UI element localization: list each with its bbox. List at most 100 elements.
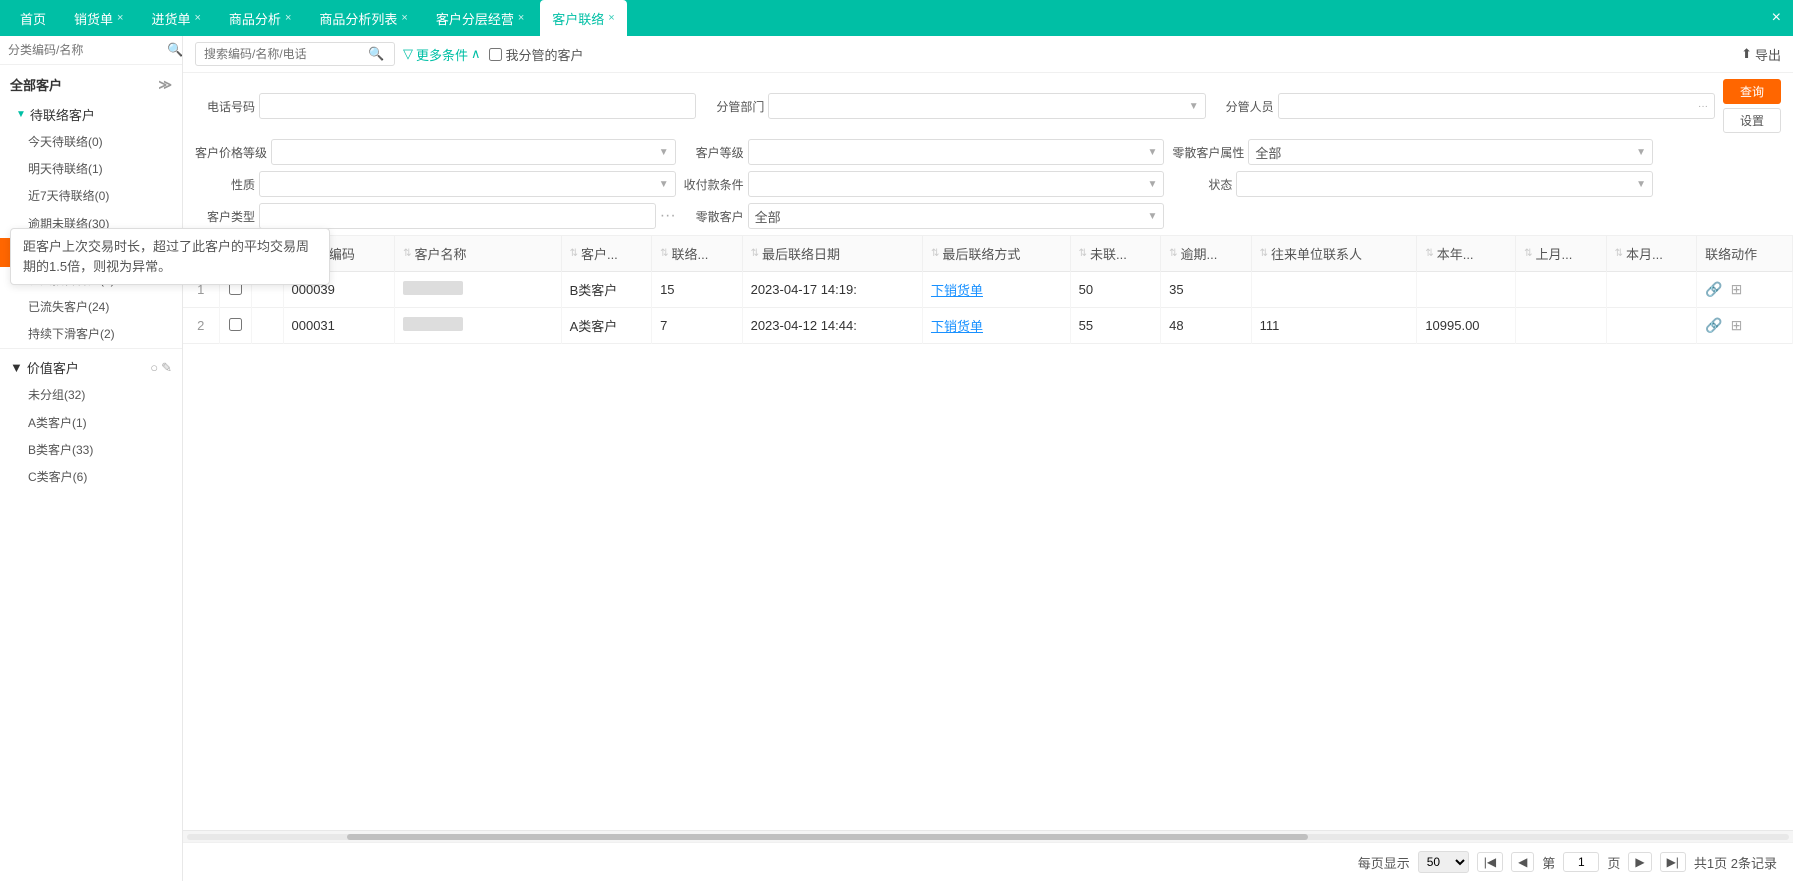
prev-page-btn[interactable]: ◀ bbox=[1511, 852, 1534, 872]
filter-gender: 性质 ▼ bbox=[195, 171, 676, 197]
filter-row-4: 客户类型 ··· 零散客户 全部 ▼ bbox=[195, 203, 1781, 229]
retail-attr-select[interactable]: 全部 ▼ bbox=[1248, 139, 1653, 165]
search-input[interactable] bbox=[204, 47, 364, 61]
sidebar-today-pending[interactable]: 今天待联络(0) bbox=[0, 129, 182, 156]
sort-date-icon[interactable]: ⇅ bbox=[751, 248, 759, 259]
sidebar-b-class[interactable]: B类客户(33) bbox=[0, 437, 182, 464]
close-product-analysis-list-icon[interactable]: × bbox=[401, 12, 407, 24]
horizontal-scrollbar[interactable] bbox=[183, 830, 1793, 842]
retail-customer-arrow-icon: ▼ bbox=[1147, 211, 1157, 222]
phone-input[interactable] bbox=[259, 93, 696, 119]
gender-select[interactable]: ▼ bbox=[259, 171, 676, 197]
sidebar-all-customers[interactable]: 全部客户 ≫ bbox=[0, 69, 182, 100]
row-2-select[interactable] bbox=[229, 318, 242, 331]
value-refresh-icon[interactable]: ○ bbox=[150, 360, 158, 376]
sidebar-search-input[interactable] bbox=[8, 43, 163, 57]
close-all-tabs[interactable]: × bbox=[1772, 9, 1781, 27]
gender-arrow-icon: ▼ bbox=[659, 179, 669, 190]
nav-customer-tier[interactable]: 客户分层经营 × bbox=[424, 0, 536, 36]
sort-this-month-icon[interactable]: ⇅ bbox=[1615, 248, 1623, 259]
first-page-btn[interactable]: |◀ bbox=[1477, 852, 1503, 872]
sidebar-lost[interactable]: 已流失客户(24) bbox=[0, 294, 182, 321]
th-name: ⇅客户名称 bbox=[395, 236, 562, 272]
filter-customer-type: 客户类型 ··· bbox=[195, 203, 676, 229]
sidebar-c-class[interactable]: C类客户(6) bbox=[0, 464, 182, 491]
row-1-action-grid-icon[interactable]: ⊞ bbox=[1731, 281, 1743, 298]
sort-overdue-icon[interactable]: ⇅ bbox=[1169, 248, 1177, 259]
settings-button[interactable]: 设置 bbox=[1723, 108, 1781, 133]
nav-purchase[interactable]: 进货单 × bbox=[139, 0, 212, 36]
row-1-name bbox=[395, 272, 562, 308]
sort-type-icon[interactable]: ⇅ bbox=[570, 248, 578, 259]
current-page-input[interactable] bbox=[1563, 852, 1599, 872]
manager-select[interactable]: ··· bbox=[1278, 93, 1715, 119]
manager-select-arrow-icon: ··· bbox=[1698, 101, 1708, 112]
sort-uncontacted-icon[interactable]: ⇅ bbox=[1079, 248, 1087, 259]
last-page-btn[interactable]: ▶| bbox=[1660, 852, 1686, 872]
sort-name-icon[interactable]: ⇅ bbox=[403, 248, 411, 259]
sidebar-7days-pending[interactable]: 近7天待联络(0) bbox=[0, 183, 182, 210]
page-suffix: 页 bbox=[1607, 853, 1620, 872]
sort-method-icon[interactable]: ⇅ bbox=[931, 248, 939, 259]
row-2-action-link-icon[interactable]: 🔗 bbox=[1705, 317, 1722, 334]
nav-customer-contact[interactable]: 客户联络 × bbox=[540, 0, 626, 36]
customer-grade-select[interactable]: ▼ bbox=[748, 139, 1165, 165]
sidebar-declining[interactable]: 持续下滑客户(2) bbox=[0, 321, 182, 348]
th-last-contact-method: ⇅最后联络方式 bbox=[922, 236, 1070, 272]
sort-last-month-icon[interactable]: ⇅ bbox=[1524, 248, 1532, 259]
sidebar-value-section: ▼ 价值客户 ○ ✎ 未分组(32) A类客户(1) B类客户(33) C类客户… bbox=[0, 348, 182, 495]
row-2-this-month bbox=[1606, 308, 1697, 344]
close-sales-icon[interactable]: × bbox=[117, 12, 123, 24]
my-customers-checkbox[interactable] bbox=[489, 48, 502, 61]
nav-sales[interactable]: 销货单 × bbox=[62, 0, 135, 36]
row-1-action-link-icon[interactable]: 🔗 bbox=[1705, 281, 1722, 298]
sidebar-tomorrow-pending[interactable]: 明天待联络(1) bbox=[0, 156, 182, 183]
sort-partners-icon[interactable]: ⇅ bbox=[1260, 248, 1268, 259]
sidebar-a-class[interactable]: A类客户(1) bbox=[0, 410, 182, 437]
sidebar-ungrouped[interactable]: 未分组(32) bbox=[0, 382, 182, 409]
search-box[interactable]: 🔍 bbox=[195, 42, 395, 66]
more-conditions-arrow-icon: ∧ bbox=[471, 46, 481, 62]
nav-product-analysis-list[interactable]: 商品分析列表 × bbox=[307, 0, 419, 36]
nav-home[interactable]: 首页 bbox=[8, 0, 58, 36]
sidebar-pending-section[interactable]: ▼ 待联络客户 bbox=[0, 100, 182, 129]
sidebar-value-group[interactable]: ▼ 价值客户 ○ ✎ bbox=[0, 353, 182, 382]
price-grade-select[interactable]: ▼ bbox=[271, 139, 676, 165]
row-2-contact: 7 bbox=[652, 308, 743, 344]
row-2-index: 2 bbox=[183, 308, 219, 344]
row-2-last-date: 2023-04-12 14:44: bbox=[742, 308, 922, 344]
close-customer-contact-icon[interactable]: × bbox=[608, 12, 614, 24]
collapse-sidebar-icon[interactable]: ≫ bbox=[158, 77, 172, 93]
query-button[interactable]: 查询 bbox=[1723, 79, 1781, 104]
filter-manager: 分管人员 ··· bbox=[1214, 93, 1715, 119]
filter-bar: 🔍 ▽ 更多条件 ∧ 我分管的客户 ⬆ 导出 bbox=[183, 36, 1793, 73]
scrollbar-thumb[interactable] bbox=[347, 834, 1308, 840]
dept-select[interactable]: ▼ bbox=[768, 93, 1205, 119]
row-1-partners bbox=[1251, 272, 1417, 308]
export-button[interactable]: ⬆ 导出 bbox=[1741, 45, 1781, 64]
top-nav: 首页 销货单 × 进货单 × 商品分析 × 商品分析列表 × 客户分层经营 × … bbox=[0, 0, 1793, 36]
row-2-action-grid-icon[interactable]: ⊞ bbox=[1731, 317, 1743, 334]
payment-select[interactable]: ▼ bbox=[748, 171, 1165, 197]
sidebar-content: 全部客户 ≫ ▼ 待联络客户 今天待联络(0) 明天待联络(1) 近7天待联络(… bbox=[0, 65, 182, 881]
page-label: 第 bbox=[1542, 853, 1555, 872]
close-product-analysis-icon[interactable]: × bbox=[285, 12, 291, 24]
sort-year-icon[interactable]: ⇅ bbox=[1425, 248, 1433, 259]
per-page-select[interactable]: 50 20 100 bbox=[1418, 851, 1469, 873]
status-select[interactable]: ▼ bbox=[1236, 171, 1653, 197]
nav-product-analysis[interactable]: 商品分析 × bbox=[217, 0, 303, 36]
next-page-btn[interactable]: ▶ bbox=[1628, 852, 1651, 872]
sort-contact-icon[interactable]: ⇅ bbox=[660, 248, 668, 259]
sidebar-search-bar: 🔍 bbox=[0, 36, 182, 65]
more-conditions-btn[interactable]: ▽ 更多条件 ∧ bbox=[403, 45, 481, 64]
payment-arrow-icon: ▼ bbox=[1147, 179, 1157, 190]
customer-type-select[interactable] bbox=[259, 203, 656, 229]
filter-row-1: 电话号码 分管部门 ▼ 分管人员 ··· bbox=[195, 79, 1781, 133]
value-edit-icon[interactable]: ✎ bbox=[161, 360, 172, 376]
customer-type-more-icon[interactable]: ··· bbox=[660, 207, 676, 225]
close-purchase-icon[interactable]: × bbox=[194, 12, 200, 24]
close-customer-tier-icon[interactable]: × bbox=[518, 12, 524, 24]
row-1-last-date: 2023-04-17 14:19: bbox=[742, 272, 922, 308]
pagination-bar: 每页显示 50 20 100 |◀ ◀ 第 页 ▶ ▶| 共1页 2条记录 bbox=[183, 842, 1793, 881]
retail-customer-select[interactable]: 全部 ▼ bbox=[748, 203, 1165, 229]
